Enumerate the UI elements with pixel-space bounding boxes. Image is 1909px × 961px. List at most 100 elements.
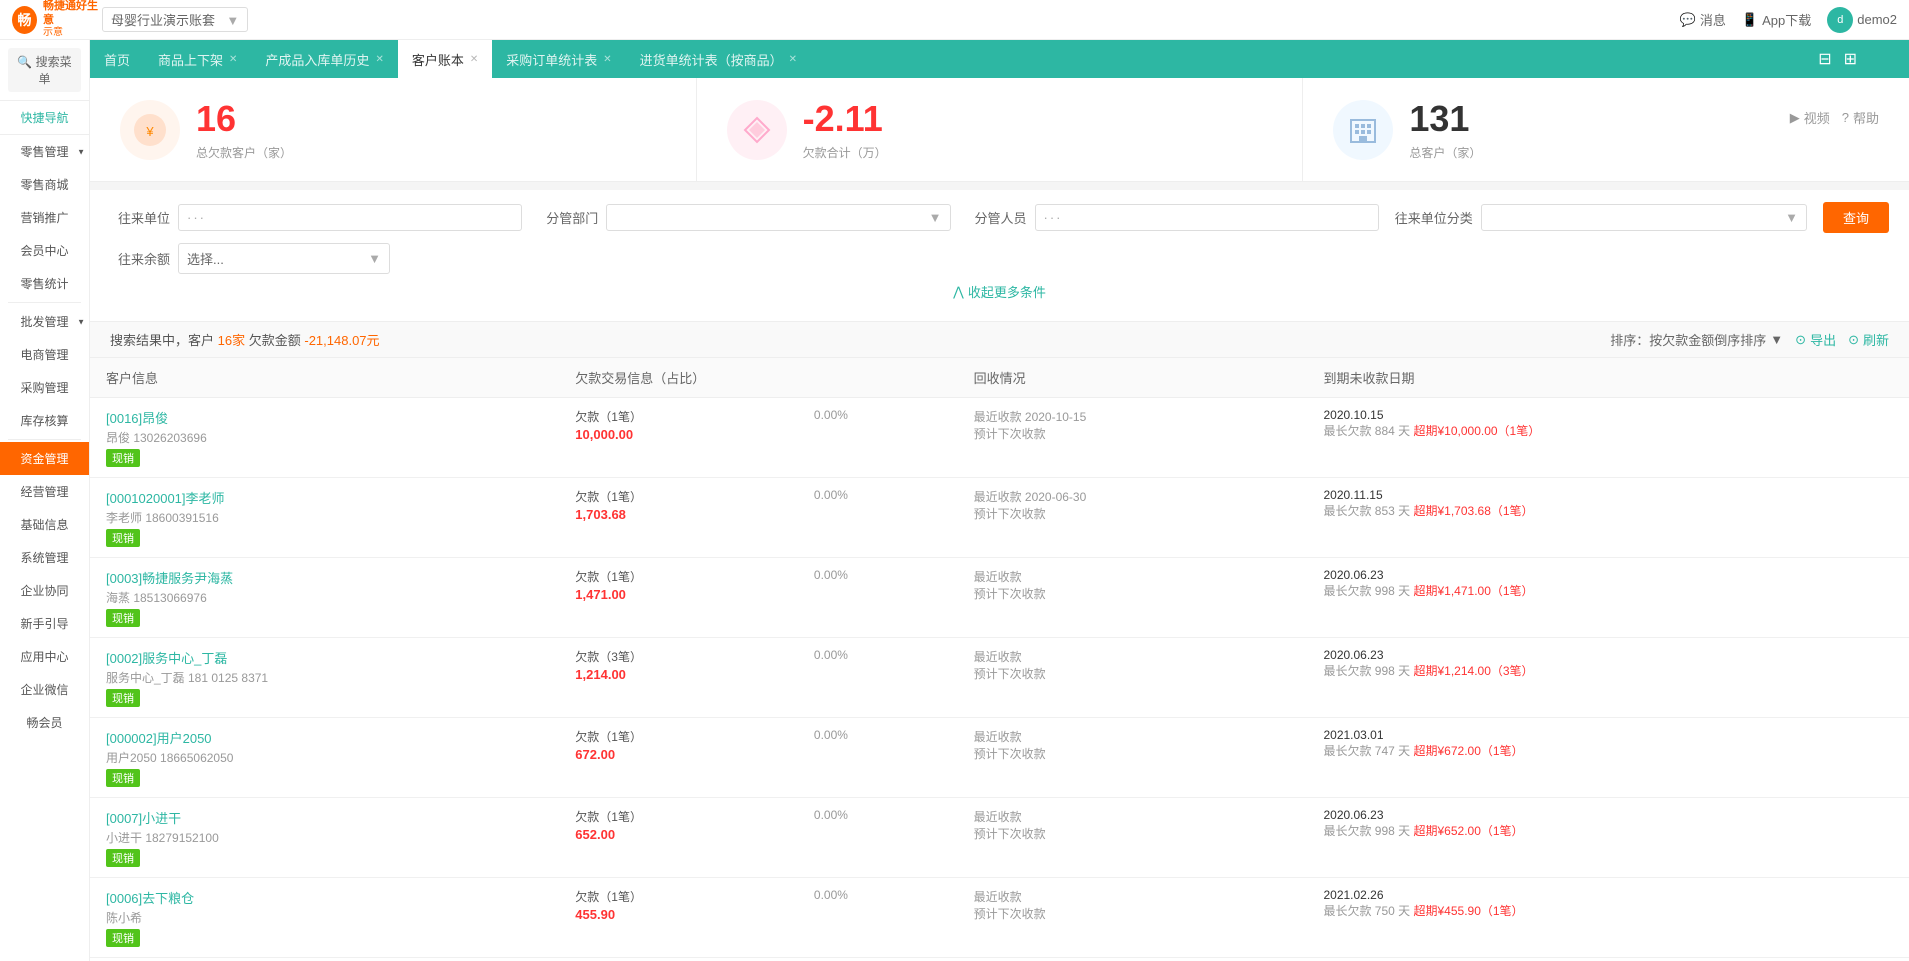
customer-name-3[interactable]: [0002]服务中心_丁磊 (106, 648, 543, 667)
overdue-date-0: 2020.10.15 (1323, 408, 1893, 422)
tabs-expand-btn[interactable]: ⊞ (1840, 49, 1861, 69)
sidebar-item-guide[interactable]: 新手引导 (0, 607, 89, 640)
sidebar-item-operations[interactable]: 经营管理 (0, 475, 89, 508)
sidebar-item-quick-nav[interactable]: 快捷导航 (0, 101, 89, 135)
debt-pct-3: 0.00% (814, 648, 942, 662)
cell-recovery-2: 最近收款 预计下次收款 (958, 558, 1308, 638)
cell-overdue-3: 2020.06.23 最长欠款 998 天 超期¥1,214.00（3笔） (1307, 638, 1909, 718)
overdue-amount-4[interactable]: 超期¥672.00（1笔） (1414, 744, 1524, 758)
sidebar-item-wholesale[interactable]: 批发管理 (0, 305, 89, 338)
customer-name-2[interactable]: [0003]畅捷服务尹海蒸 (106, 568, 543, 587)
tab-purchase-product-stats-label: 进货单统计表（按商品） (640, 50, 783, 69)
overdue-amount-5[interactable]: 超期¥652.00（1笔） (1414, 824, 1524, 838)
debt-pct-5: 0.00% (814, 808, 942, 822)
debt-label-2: 欠款（1笔） (575, 568, 782, 585)
sidebar-item-retail-management[interactable]: 零售管理 (0, 135, 89, 168)
sidebar-item-ecommerce[interactable]: 电商管理 (0, 338, 89, 371)
debt-amount-0: 10,000.00 (575, 427, 782, 442)
customer-name-0[interactable]: [0016]昂俊 (106, 408, 543, 427)
overdue-amount-0[interactable]: 超期¥10,000.00（1笔） (1414, 424, 1541, 438)
store-selector[interactable]: 母婴行业演示账套 ▼ (102, 7, 248, 32)
cell-customer-2: [0003]畅捷服务尹海蒸 海蒸 18513066976 现销 (90, 558, 559, 638)
overdue-amount-1[interactable]: 超期¥1,703.68（1笔） (1414, 504, 1534, 518)
export-btn[interactable]: ⊙ 导出 (1795, 330, 1836, 349)
customer-name-5[interactable]: [0007]小进干 (106, 808, 543, 827)
user-menu[interactable]: d demo2 (1827, 7, 1897, 33)
search-button[interactable]: 查询 (1823, 202, 1889, 233)
recovery-date-5: 最近收款 (974, 808, 1292, 825)
video-help-btn[interactable]: ▶ 视频 (1790, 108, 1830, 127)
tabs-collapse-btn[interactable]: ⊟ (1814, 49, 1835, 69)
stat-number-debt-total: -2.11 (803, 98, 887, 140)
customer-tag-2: 现销 (106, 609, 140, 627)
refresh-icon: ⊙ (1848, 332, 1859, 348)
sidebar-item-apps[interactable]: 应用中心 (0, 640, 89, 673)
tab-product-listing[interactable]: 商品上下架 ✕ (144, 40, 251, 78)
collapse-filter-btn[interactable]: ⋀ 收起更多条件 (110, 282, 1889, 301)
overdue-amount-6[interactable]: 超期¥455.90（1笔） (1414, 904, 1524, 918)
tab-product-history-close[interactable]: ✕ (375, 54, 383, 65)
tab-home-label: 首页 (104, 50, 130, 69)
filter-balance: 往来余额 选择... ▼ (110, 243, 390, 274)
svg-text:¥: ¥ (145, 124, 154, 139)
tab-customer-account-label: 客户账本 (412, 50, 464, 69)
refresh-btn[interactable]: ⊙ 刷新 (1848, 330, 1889, 349)
sidebar-item-marketing[interactable]: 营销推广 (0, 201, 89, 234)
filter-dept-select[interactable]: ▼ (606, 204, 950, 231)
tab-purchase-product-stats-close[interactable]: ✕ (789, 54, 797, 65)
sidebar-item-purchase[interactable]: 采购管理 (0, 371, 89, 404)
filter-dept-label: 分管部门 (538, 208, 598, 227)
sidebar-item-inventory[interactable]: 库存核算 (0, 404, 89, 437)
results-prefix: 搜索结果中，客户 (110, 333, 214, 348)
recovery-date-1: 最近收款 2020-06-30 (974, 488, 1292, 505)
sidebar-item-weixin[interactable]: 企业微信 (0, 673, 89, 706)
overdue-days-3: 最长欠款 998 天 超期¥1,214.00（3笔） (1323, 662, 1893, 679)
filter-unit-input[interactable]: ··· (178, 204, 522, 231)
stat-card-debt-customers: ¥ 16 总欠款客户（家） (90, 78, 697, 181)
cell-overdue-2: 2020.06.23 最长欠款 998 天 超期¥1,471.00（1笔） (1307, 558, 1909, 638)
overdue-days-2: 最长欠款 998 天 超期¥1,471.00（1笔） (1323, 582, 1893, 599)
sidebar-item-system[interactable]: 系统管理 (0, 541, 89, 574)
tab-purchase-stats[interactable]: 采购订单统计表 ✕ (492, 40, 625, 78)
customer-name-6[interactable]: [0006]去下粮仓 (106, 888, 543, 907)
customer-name-4[interactable]: [000002]用户2050 (106, 728, 543, 747)
sidebar-divider-1 (8, 302, 81, 303)
debt-pct-6: 0.00% (814, 888, 942, 902)
sidebar-item-basic-info[interactable]: 基础信息 (0, 508, 89, 541)
customer-name-1[interactable]: [0001020001]李老师 (106, 488, 543, 507)
sidebar-item-retail-stats[interactable]: 零售统计 (0, 267, 89, 300)
sidebar-search-btn[interactable]: 🔍 搜索菜单 (8, 48, 81, 92)
message-btn[interactable]: 💬 消息 (1680, 10, 1726, 29)
tab-customer-account-close[interactable]: ✕ (470, 54, 478, 65)
overdue-amount-2[interactable]: 超期¥1,471.00（1笔） (1414, 584, 1534, 598)
filter-category-select[interactable]: ▼ (1481, 204, 1807, 231)
filter-balance-arrow: ▼ (368, 251, 381, 266)
tab-purchase-product-stats[interactable]: 进货单统计表（按商品） ✕ (626, 40, 811, 78)
tab-product-listing-close[interactable]: ✕ (229, 54, 237, 65)
overdue-amount-3[interactable]: 超期¥1,214.00（3笔） (1414, 664, 1534, 678)
stats-header: ¥ 16 总欠款客户（家） (90, 78, 1909, 182)
sort-selector[interactable]: 排序：按欠款金额倒序排序 ▼ (1610, 330, 1783, 349)
recovery-next-5: 预计下次收款 (974, 825, 1292, 842)
cell-debt-pct-4: 0.00% (798, 718, 958, 798)
tab-home[interactable]: 首页 (90, 40, 144, 78)
tab-purchase-stats-close[interactable]: ✕ (603, 54, 611, 65)
sidebar-item-finance[interactable]: 资金管理 (0, 442, 89, 475)
tab-customer-account[interactable]: 客户账本 ✕ (398, 40, 492, 78)
filter-balance-select[interactable]: 选择... ▼ (178, 243, 390, 274)
recovery-date-4: 最近收款 (974, 728, 1292, 745)
sidebar-item-member[interactable]: 畅会员 (0, 706, 89, 739)
overdue-days-0: 最长欠款 884 天 超期¥10,000.00（1笔） (1323, 422, 1893, 439)
customer-tag-1: 现销 (106, 529, 140, 547)
sidebar-item-retail-mall[interactable]: 零售商城 (0, 168, 89, 201)
help-btn[interactable]: ? 帮助 (1842, 108, 1879, 127)
sidebar-item-enterprise[interactable]: 企业协同 (0, 574, 89, 607)
sidebar-item-member-center[interactable]: 会员中心 (0, 234, 89, 267)
customer-tag-4: 现销 (106, 769, 140, 787)
debt-pct-4: 0.00% (814, 728, 942, 742)
filter-person-input[interactable]: ··· (1035, 204, 1379, 231)
stat-label-debt-customers: 总欠款客户（家） (196, 144, 292, 161)
debt-amount-3: 1,214.00 (575, 667, 782, 682)
app-download-btn[interactable]: 📱 App下载 (1742, 10, 1811, 29)
tab-product-history[interactable]: 产成品入库单历史 ✕ (251, 40, 397, 78)
